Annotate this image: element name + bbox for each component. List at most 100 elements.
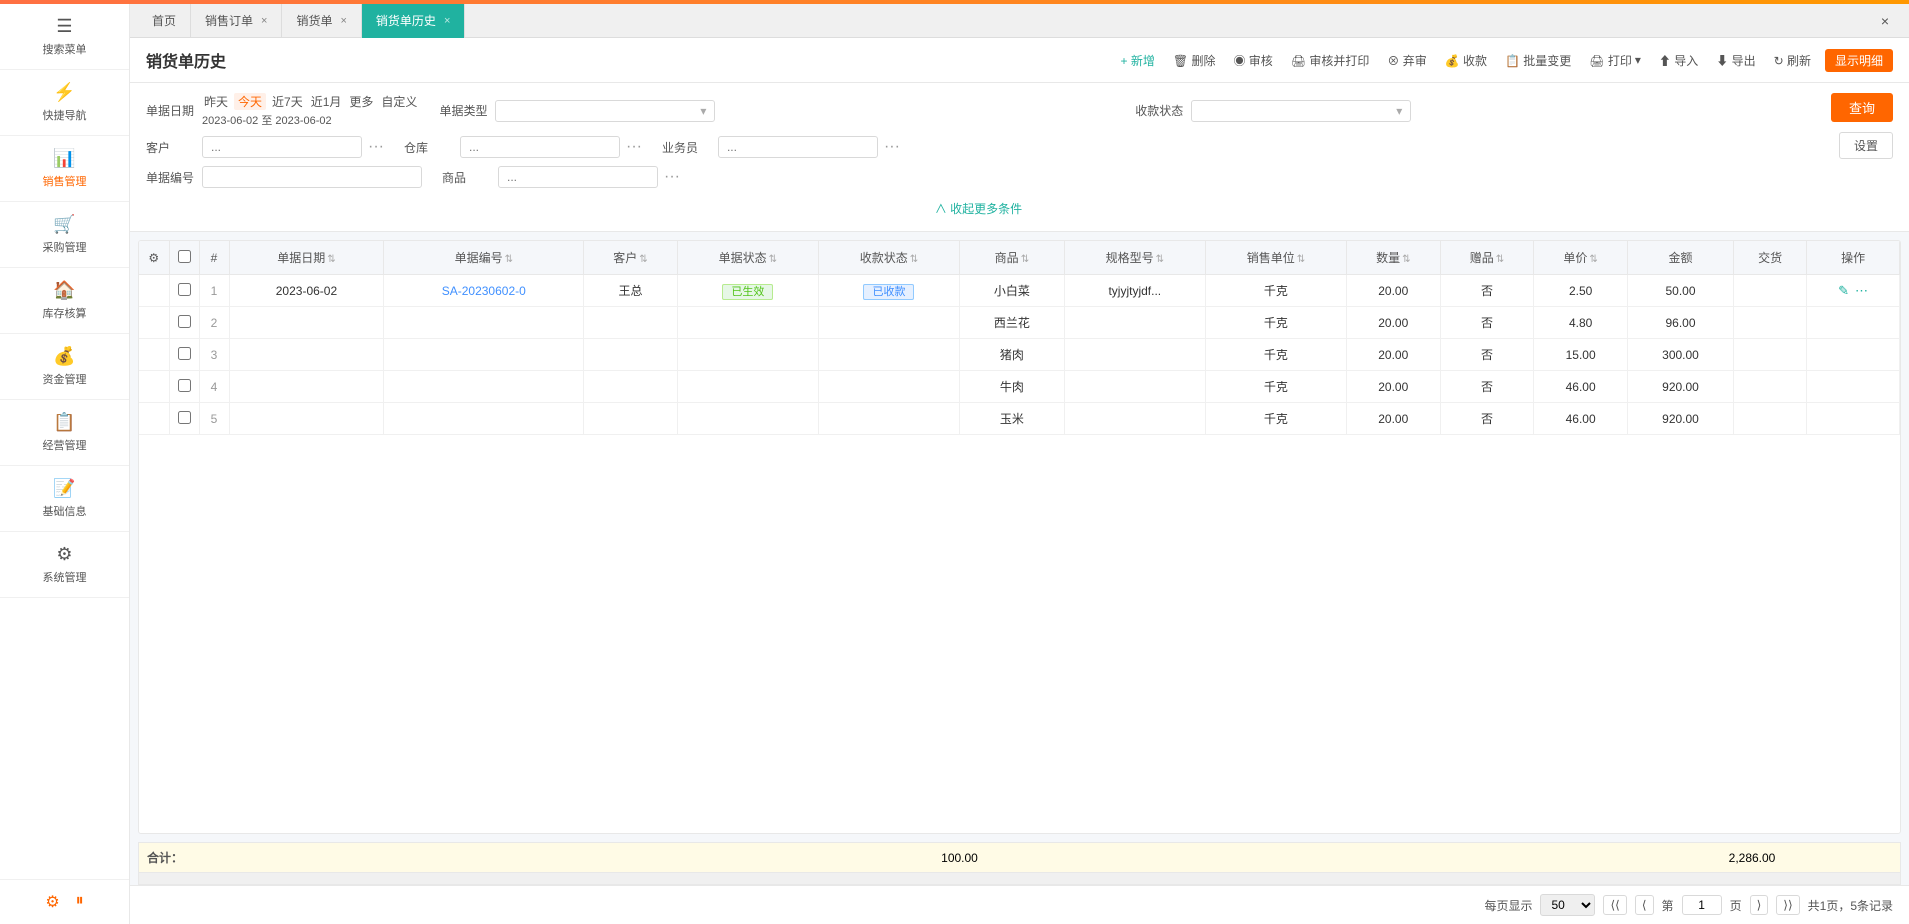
preset-7days[interactable]: 近7天 <box>270 93 305 110</box>
row-checkbox-3[interactable] <box>169 371 199 403</box>
query-button[interactable]: 查询 <box>1831 93 1893 122</box>
col-product[interactable]: 商品⇅ <box>960 241 1065 275</box>
customer-input[interactable] <box>202 136 362 158</box>
row-checkbox-1[interactable] <box>169 307 199 339</box>
prev-page-button[interactable]: ⟨ <box>1635 895 1654 915</box>
table-settings-col[interactable]: ⚙ <box>139 241 169 275</box>
col-doc-no[interactable]: 单据编号⇅ <box>384 241 584 275</box>
basic-info-icon: 📝 <box>53 478 75 499</box>
row-payment-status-1 <box>818 307 959 339</box>
horizontal-scrollbar[interactable] <box>138 873 1901 885</box>
product-input[interactable] <box>498 166 658 188</box>
doc-type-select[interactable]: ▾ <box>495 100 715 122</box>
payment-status-select[interactable]: ▾ <box>1191 100 1411 122</box>
sidebar-item-purchase-mgmt[interactable]: 🛒 采购管理 <box>0 202 129 268</box>
sidebar-item-quick-nav[interactable]: ⚡ 快捷导航 <box>0 70 129 136</box>
sidebar-item-sys-mgmt[interactable]: ⚙ 系统管理 <box>0 532 129 598</box>
last-page-button[interactable]: ⟩⟩ <box>1776 895 1799 915</box>
sidebar-item-label-basic-info: 基础信息 <box>43 503 87 519</box>
footer-total-amount: 2,286.00 <box>1692 851 1812 865</box>
table-checkbox-col[interactable] <box>169 241 199 275</box>
per-page-select[interactable]: 50 100 200 <box>1540 894 1595 916</box>
edit-btn-0[interactable]: ✎ <box>1838 283 1849 299</box>
tab-home[interactable]: 首页 <box>138 4 191 38</box>
row-product-4: 玉米 <box>960 403 1065 435</box>
row-settings-4 <box>139 403 169 435</box>
sidebar-settings-icon[interactable]: ⚙ <box>45 892 59 912</box>
col-payment-status[interactable]: 收款状态⇅ <box>818 241 959 275</box>
warehouse-input[interactable] <box>460 136 620 158</box>
sidebar-item-inventory-calc[interactable]: 🏠 库存核算 <box>0 268 129 334</box>
row-doc-no-1[interactable] <box>384 307 584 339</box>
warehouse-ellipsis[interactable]: ··· <box>626 138 642 156</box>
sidebar-item-sales-mgmt[interactable]: 📊 销售管理 <box>0 136 129 202</box>
sidebar-item-label-sys-mgmt: 系统管理 <box>43 569 87 585</box>
filter-area: 单据日期 昨天 今天 近7天 近1月 更多 自定义 <box>130 83 1909 232</box>
sidebar-pause-icon[interactable]: ⏸ <box>76 892 84 912</box>
batch-change-button[interactable]: 📋 批量变更 <box>1501 50 1575 71</box>
sidebar-item-search-menu[interactable]: ☰ 搜索菜单 <box>0 4 129 70</box>
more-btn-0[interactable]: ⋯ <box>1855 283 1868 299</box>
page-input[interactable]: 1 <box>1682 895 1722 915</box>
first-page-button[interactable]: ⟨⟨ <box>1603 895 1626 915</box>
inventory-calc-icon: 🏠 <box>53 280 75 301</box>
preset-custom[interactable]: 自定义 <box>379 93 419 110</box>
row-checkbox-2[interactable] <box>169 339 199 371</box>
export-button[interactable]: ⬇ 导出 <box>1712 50 1759 71</box>
tab-delivery[interactable]: 销货单 × <box>282 4 361 38</box>
col-spec[interactable]: 规格型号⇅ <box>1064 241 1205 275</box>
next-page-button[interactable]: ⟩ <box>1750 895 1769 915</box>
col-date[interactable]: 单据日期⇅ <box>229 241 384 275</box>
staff-input[interactable] <box>718 136 878 158</box>
col-qty[interactable]: 数量⇅ <box>1346 241 1440 275</box>
abandon-button[interactable]: ⊗ 弃审 <box>1383 50 1430 71</box>
new-button[interactable]: + 新增 <box>1117 50 1159 71</box>
col-gift[interactable]: 赠品⇅ <box>1440 241 1534 275</box>
show-detail-button[interactable]: 显示明细 <box>1825 49 1893 72</box>
row-doc-no-4[interactable] <box>384 403 584 435</box>
footer-label: 合计： <box>147 849 227 866</box>
tab-delivery-history-close[interactable]: × <box>444 15 450 27</box>
tab-delivery-history[interactable]: 销货单历史 × <box>362 4 465 38</box>
preset-yesterday[interactable]: 昨天 <box>202 93 230 110</box>
delete-button[interactable]: 🗑 删除 <box>1169 50 1220 71</box>
row-doc-no-0[interactable]: SA-20230602-0 <box>384 275 584 307</box>
table-settings-icon[interactable]: ⚙ <box>148 251 159 265</box>
tab-sales-order[interactable]: 销售订单 × <box>191 4 282 38</box>
row-product-3: 牛肉 <box>960 371 1065 403</box>
filter-settings-button[interactable]: 设置 <box>1839 132 1893 159</box>
window-close-btn[interactable]: × <box>1869 13 1901 29</box>
col-customer[interactable]: 客户⇅ <box>584 241 678 275</box>
sidebar-item-finance-mgmt[interactable]: 💰 资金管理 <box>0 334 129 400</box>
col-price[interactable]: 单价⇅ <box>1534 241 1628 275</box>
row-checkbox-4[interactable] <box>169 403 199 435</box>
preset-more[interactable]: 更多 <box>347 93 375 110</box>
sidebar-item-ops-mgmt[interactable]: 📋 经营管理 <box>0 400 129 466</box>
col-unit[interactable]: 销售单位⇅ <box>1205 241 1346 275</box>
col-doc-status[interactable]: 单据状态⇅ <box>677 241 818 275</box>
row-checkbox-0[interactable] <box>169 275 199 307</box>
payment-status-dropdown-icon: ▾ <box>1396 104 1402 118</box>
tab-sales-order-close[interactable]: × <box>261 15 267 27</box>
preset-1month[interactable]: 近1月 <box>309 93 344 110</box>
refresh-button[interactable]: ↻ 刷新 <box>1770 50 1815 71</box>
product-ellipsis[interactable]: ··· <box>664 168 680 186</box>
tab-delivery-label: 销货单 <box>296 12 332 29</box>
import-button[interactable]: ⬆ 导入 <box>1655 50 1702 71</box>
audit-button[interactable]: ◉ 审核 <box>1229 50 1276 71</box>
tab-delivery-close[interactable]: × <box>340 15 346 27</box>
doc-no-input[interactable] <box>202 166 422 188</box>
row-doc-no-3[interactable] <box>384 371 584 403</box>
print-button[interactable]: 🖨 打印 ▾ <box>1585 50 1645 71</box>
row-doc-no-2[interactable] <box>384 339 584 371</box>
staff-ellipsis[interactable]: ··· <box>884 138 900 156</box>
col-action: 操作 <box>1807 241 1900 275</box>
audit-print-button[interactable]: 🖨 审核并打印 <box>1287 50 1374 71</box>
collapse-filter-btn[interactable]: ∧ 收起更多条件 <box>146 196 1811 221</box>
preset-today[interactable]: 今天 <box>234 93 266 110</box>
customer-ellipsis[interactable]: ··· <box>368 138 384 156</box>
collect-button[interactable]: 💰 收款 <box>1441 50 1491 71</box>
sidebar-item-basic-info[interactable]: 📝 基础信息 <box>0 466 129 532</box>
sidebar: ☰ 搜索菜单 ⚡ 快捷导航 📊 销售管理 🛒 采购管理 🏠 库存核算 💰 资金管… <box>0 4 130 924</box>
select-all-checkbox[interactable] <box>178 250 191 263</box>
